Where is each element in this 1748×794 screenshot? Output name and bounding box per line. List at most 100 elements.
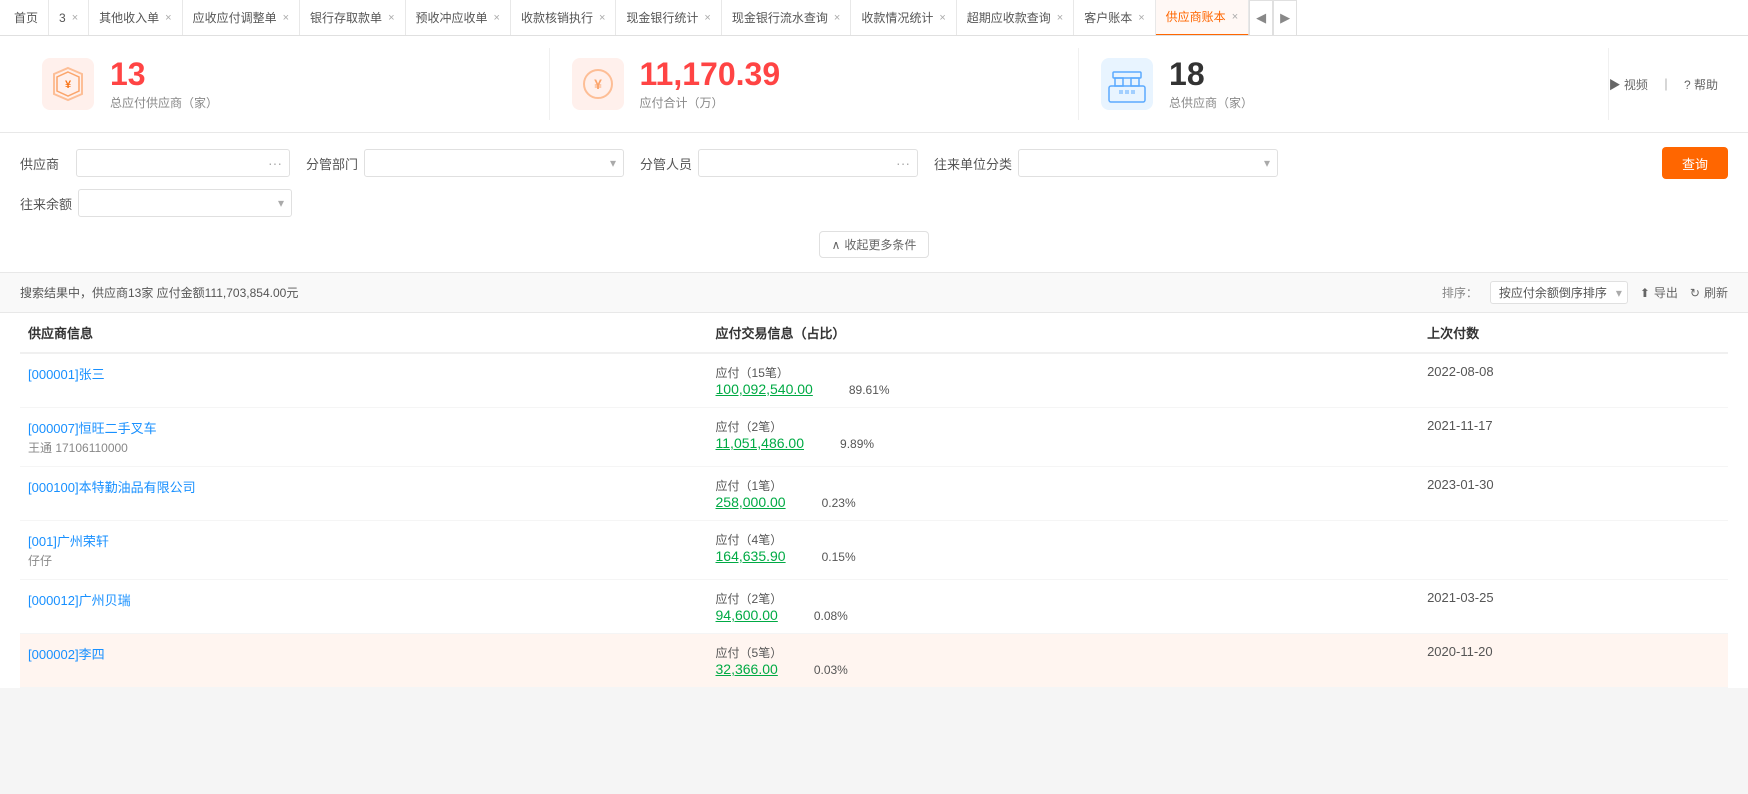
- sort-select[interactable]: 按应付余额倒序排序: [1490, 281, 1628, 304]
- close-icon[interactable]: ×: [283, 12, 289, 24]
- filter-area: 供应商 ··· 分管部门 ▾ 分管人员 ··· 往来单位分类: [0, 133, 1748, 273]
- results-bar: 搜索结果中，供应商13家 应付金额111,703,854.00元 排序： 按应付…: [0, 273, 1748, 313]
- nav-next-arrow[interactable]: ▶: [1273, 0, 1297, 36]
- balance-label: 往来余额: [20, 194, 72, 213]
- close-icon[interactable]: ×: [1057, 12, 1063, 24]
- collapse-filter-button[interactable]: ∧ 收起更多条件: [819, 231, 930, 258]
- ap-note: 应付（2笔）: [716, 418, 1412, 435]
- ap-amount-link[interactable]: 32,366.00: [716, 661, 778, 677]
- ap-amount-link[interactable]: 258,000.00: [716, 494, 786, 510]
- nav-tab-prepay-offset[interactable]: 预收冲应收单 ×: [406, 0, 511, 36]
- supplier-info-cell: [000002]李四: [20, 634, 708, 688]
- sort-select-wrap[interactable]: 按应付余额倒序排序 ▾: [1490, 281, 1628, 304]
- ap-total-num: 11,170.39: [640, 58, 781, 90]
- category-input-wrap[interactable]: ▾: [1018, 149, 1278, 177]
- balance-input[interactable]: [78, 189, 292, 217]
- ap-percent: 0.23%: [802, 496, 856, 510]
- query-button[interactable]: 查询: [1662, 147, 1728, 179]
- supplier-link[interactable]: [001]广州荣轩: [28, 534, 109, 549]
- summary-card-total-suppliers: 18 总供应商（家）: [1079, 48, 1609, 120]
- sort-label: 排序：: [1442, 284, 1478, 301]
- balance-input-wrap[interactable]: ▾: [78, 189, 292, 217]
- last-payment-date: 2021-03-25: [1427, 590, 1494, 605]
- svg-text:¥: ¥: [594, 76, 602, 92]
- nav-tab-customer-ledger[interactable]: 客户账本 ×: [1074, 0, 1155, 36]
- supplier-link[interactable]: [000001]张三: [28, 367, 105, 382]
- supplier-link[interactable]: [000012]广州贝瑞: [28, 593, 131, 608]
- nav-tab-cash-bank-flow[interactable]: 现金银行流水查询 ×: [722, 0, 851, 36]
- nav-tab-receipt-stat[interactable]: 收款情况统计 ×: [851, 0, 956, 36]
- nav-tab-3[interactable]: 3 ×: [49, 0, 89, 36]
- results-summary-text: 搜索结果中，供应商13家 应付金额111,703,854.00元: [20, 284, 298, 301]
- close-icon[interactable]: ×: [704, 12, 710, 24]
- supplier-link[interactable]: [000007]恒旺二手叉车: [28, 421, 157, 436]
- action-buttons: ⬆ 导出 ↻ 刷新: [1640, 284, 1728, 301]
- ap-amount-link[interactable]: 164,635.90: [716, 548, 786, 564]
- last-payment-cell: 2022-08-08: [1419, 353, 1728, 408]
- export-button[interactable]: ⬆ 导出: [1640, 284, 1678, 301]
- category-filter: 往来单位分类 ▾: [934, 149, 1278, 177]
- collapse-up-icon: ∧: [832, 238, 841, 252]
- card2-content: 11,170.39 应付合计（万）: [640, 58, 781, 111]
- close-icon[interactable]: ×: [388, 12, 394, 24]
- close-icon[interactable]: ×: [599, 12, 605, 24]
- close-icon[interactable]: ×: [1138, 12, 1144, 24]
- nav-tab-bank-deposit[interactable]: 银行存取款单 ×: [300, 0, 405, 36]
- table-header-row: 供应商信息 应付交易信息（占比） 上次付数: [20, 313, 1728, 353]
- person-input-wrap[interactable]: ···: [698, 149, 918, 177]
- nav-tab-overdue-ar[interactable]: 超期应收款查询 ×: [957, 0, 1074, 36]
- th-ap-transaction: 应付交易信息（占比）: [708, 313, 1420, 353]
- supplier-input-wrap[interactable]: ···: [76, 149, 290, 177]
- category-input[interactable]: [1018, 149, 1278, 177]
- supplier-ledger-table: 供应商信息 应付交易信息（占比） 上次付数 [000001]张三 应付（15笔）…: [20, 313, 1728, 688]
- supplier-sub-info: 王通 17106110000: [28, 439, 700, 456]
- close-icon[interactable]: ×: [1232, 11, 1238, 23]
- supplier-sub-info: 仔仔: [28, 552, 700, 569]
- close-icon[interactable]: ×: [939, 12, 945, 24]
- table-row: [000007]恒旺二手叉车王通 17106110000 应付（2笔） 11,0…: [20, 408, 1728, 467]
- dept-input[interactable]: [364, 149, 624, 177]
- ap-note: 应付（2笔）: [716, 590, 1412, 607]
- refresh-button[interactable]: ↻ 刷新: [1690, 284, 1728, 301]
- nav-tab-receipt-verify[interactable]: 收款核销执行 ×: [511, 0, 616, 36]
- ap-amount-link[interactable]: 100,092,540.00: [716, 381, 813, 397]
- person-label: 分管人员: [640, 154, 692, 173]
- supplier-link[interactable]: [000002]李四: [28, 647, 105, 662]
- close-icon[interactable]: ×: [165, 12, 171, 24]
- nav-tab-ar-ap-adjust[interactable]: 应收应付调整单 ×: [183, 0, 300, 36]
- filter-row-2: 往来余额 ▾: [20, 189, 1728, 217]
- supplier-label: 供应商: [20, 154, 70, 173]
- supplier-info-cell: [000001]张三: [20, 353, 708, 408]
- video-link[interactable]: ▶ 视频: [1609, 76, 1648, 93]
- supplier-link[interactable]: [000100]本特勤油品有限公司: [28, 480, 196, 495]
- close-icon[interactable]: ×: [72, 12, 78, 24]
- data-table-wrap: 供应商信息 应付交易信息（占比） 上次付数 [000001]张三 应付（15笔）…: [0, 313, 1748, 688]
- top-navigation: 首页 3 × 其他收入单 × 应收应付调整单 × 银行存取款单 × 预收冲应收单…: [0, 0, 1748, 36]
- last-payment-cell: 2023-01-30: [1419, 467, 1728, 521]
- ap-amount-link[interactable]: 11,051,486.00: [716, 435, 805, 451]
- nav-tab-cash-bank-stat[interactable]: 现金银行统计 ×: [616, 0, 721, 36]
- nav-tab-home[interactable]: 首页: [4, 0, 49, 36]
- last-payment-date: 2023-01-30: [1427, 477, 1494, 492]
- dept-label: 分管部门: [306, 154, 358, 173]
- close-icon[interactable]: ×: [834, 12, 840, 24]
- nav-tab-supplier-ledger[interactable]: 供应商账本 ×: [1156, 0, 1249, 36]
- dept-input-wrap[interactable]: ▾: [364, 149, 624, 177]
- nav-tab-other-income[interactable]: 其他收入单 ×: [89, 0, 182, 36]
- summary-card-ap-total: ¥ 11,170.39 应付合计（万）: [550, 48, 1080, 120]
- ap-total-label: 应付合计（万）: [640, 94, 781, 111]
- help-link[interactable]: ? 帮助: [1684, 76, 1718, 93]
- ap-transaction-cell: 应付（2笔） 94,600.00 0.08%: [708, 580, 1420, 634]
- help-links: ▶ 视频 ｜ ? 帮助: [1609, 76, 1728, 93]
- supplier-input[interactable]: [76, 149, 290, 177]
- ap-note: 应付（1笔）: [716, 477, 1412, 494]
- person-input[interactable]: [698, 149, 918, 177]
- ap-amount-link[interactable]: 94,600.00: [716, 607, 778, 623]
- ap-transaction-cell: 应付（1笔） 258,000.00 0.23%: [708, 467, 1420, 521]
- close-icon[interactable]: ×: [494, 12, 500, 24]
- nav-prev-arrow[interactable]: ◀: [1249, 0, 1273, 36]
- table-row: [000002]李四 应付（5笔） 32,366.00 0.03% 2020-1…: [20, 634, 1728, 688]
- supplier-info-cell: [000100]本特勤油品有限公司: [20, 467, 708, 521]
- ap-note: 应付（15笔）: [716, 364, 1412, 381]
- summary-bar: ¥ 13 总应付供应商（家） ¥ 11,170.39 应付合计（万）: [0, 36, 1748, 133]
